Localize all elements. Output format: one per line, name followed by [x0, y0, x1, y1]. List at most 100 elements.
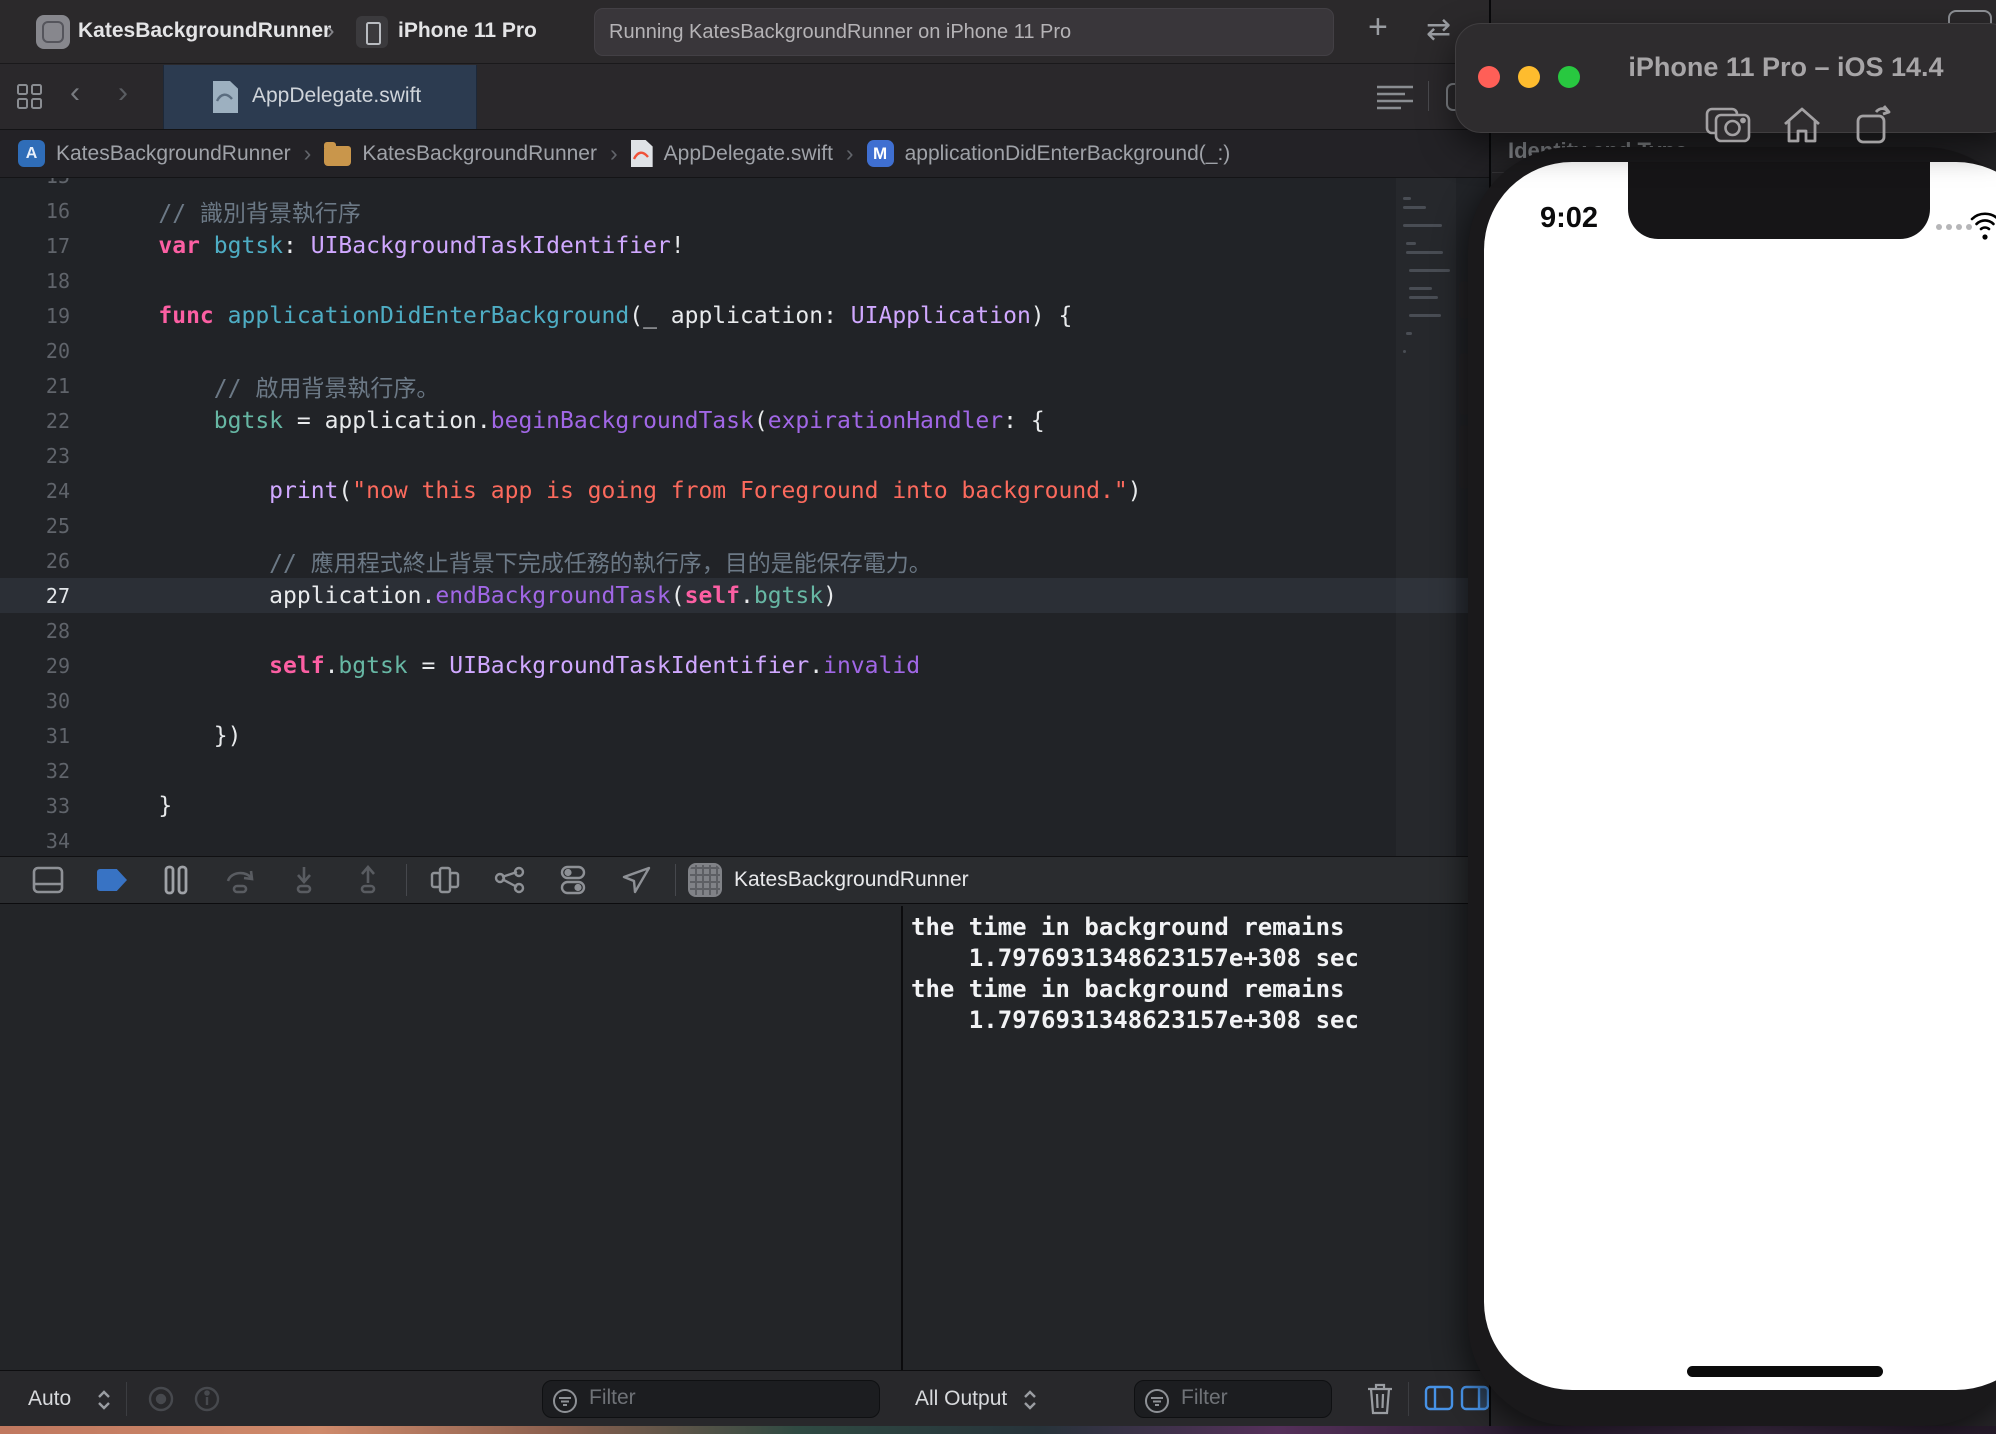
editor-arrows-icon[interactable]: ⇄ [1426, 12, 1451, 47]
step-into-button[interactable] [272, 860, 336, 900]
forward-button[interactable]: › [118, 76, 128, 110]
code-line-29[interactable]: 29 self.bgtsk = UIBackgroundTaskIdentifi… [0, 648, 1490, 683]
filter-input[interactable] [587, 1383, 823, 1413]
line-number: 30 [45, 688, 70, 713]
line-number: 28 [45, 618, 70, 643]
simulator-titlebar[interactable]: iPhone 11 Pro – iOS 14.4 [1455, 23, 1996, 144]
line-number: 24 [45, 478, 70, 503]
code-line-18[interactable]: 18 [0, 263, 1490, 298]
line-number: 26 [45, 548, 70, 573]
console-scope-dropdown[interactable]: All Output [915, 1387, 1007, 1411]
memory-graph-button[interactable] [477, 860, 541, 900]
breakpoint-icon [97, 869, 127, 891]
line-number: 33 [45, 793, 70, 818]
code-line-25[interactable]: 25 [0, 508, 1490, 543]
back-button[interactable]: ‹ [70, 76, 80, 110]
home-button[interactable] [1778, 104, 1826, 146]
source-editor[interactable]: 15 16 // 識別背景執行序17 var bgtsk: UIBackgroun… [0, 178, 1490, 856]
simulator-screen[interactable]: 9:02 [1484, 162, 1996, 1390]
tab-appdelegate-swift[interactable]: AppDelegate.swift [163, 65, 477, 129]
console-filter-field[interactable] [1134, 1380, 1332, 1418]
breadcrumb-project[interactable]: KatesBackgroundRunner [56, 142, 291, 166]
debug-area: the time in background remains 1.7976931… [0, 906, 1490, 1370]
variables-view[interactable] [0, 906, 901, 1370]
run-destination-selector[interactable]: iPhone 11 Pro [398, 19, 537, 43]
code-line-19[interactable]: 19 func applicationDidEnterBackground(_ … [0, 298, 1490, 333]
code-line-28[interactable]: 28 [0, 613, 1490, 648]
line-number: 23 [45, 443, 70, 468]
line-number: 34 [45, 828, 70, 853]
line-number: 18 [45, 268, 70, 293]
info-icon[interactable] [192, 1384, 222, 1414]
step-out-button[interactable] [336, 860, 400, 900]
close-button[interactable] [1478, 66, 1500, 88]
debug-pane-divider[interactable] [901, 906, 903, 1370]
code-line-21[interactable]: 21 // 啟用背景執行序。 [0, 368, 1490, 403]
step-over-button[interactable] [208, 860, 272, 900]
simulator-device-bezel: 9:02 [1468, 147, 1996, 1426]
code-line-16[interactable]: 16 // 識別背景執行序 [0, 193, 1490, 228]
code-line-20[interactable]: 20 [0, 333, 1490, 368]
app-icon [36, 15, 70, 49]
tab-label: AppDelegate.swift [252, 84, 422, 107]
code-line-30[interactable]: 30 [0, 683, 1490, 718]
simulator-device-icon [356, 16, 388, 48]
code-line-15[interactable]: 15 [0, 178, 1490, 193]
screenshot-button[interactable] [1704, 104, 1752, 146]
variables-filter-field[interactable] [542, 1380, 880, 1418]
hide-debug-area-button[interactable] [16, 860, 80, 900]
folder-icon [324, 141, 352, 166]
line-number: 19 [45, 303, 70, 328]
code-line-34[interactable]: 34 [0, 823, 1490, 856]
rotate-button[interactable] [1848, 104, 1896, 146]
minimap[interactable] [1396, 178, 1456, 856]
home-indicator[interactable] [1687, 1366, 1883, 1377]
clear-console-trash-icon[interactable] [1364, 1382, 1396, 1416]
line-number: 31 [45, 723, 70, 748]
toggle-console-view-icon[interactable] [1460, 1385, 1490, 1411]
console-output: the time in background remains 1.7976931… [911, 913, 1359, 1034]
variables-scope-dropdown[interactable]: Auto [28, 1387, 71, 1411]
line-number: 20 [45, 338, 70, 363]
divider [675, 864, 676, 896]
swift-file-icon [630, 140, 653, 167]
debug-toolbar: KatesBackgroundRunner [0, 856, 1490, 904]
scheme-selector[interactable]: KatesBackgroundRunner [78, 19, 331, 43]
line-number: 16 [45, 198, 70, 223]
related-items-icon[interactable] [16, 83, 43, 110]
breakpoints-toggle-button[interactable] [80, 860, 144, 900]
editor-options-icon[interactable] [1375, 84, 1415, 110]
view-debugger-button[interactable] [413, 860, 477, 900]
line-number: 27 [45, 583, 70, 608]
code-line-32[interactable]: 32 [0, 753, 1490, 788]
code-line-23[interactable]: 23 [0, 438, 1490, 473]
code-line-24[interactable]: 24 print("now this app is going from For… [0, 473, 1490, 508]
breadcrumb-method[interactable]: applicationDidEnterBackground(_:) [905, 142, 1231, 166]
minimize-button[interactable] [1518, 66, 1540, 88]
toggle-variables-view-icon[interactable] [1424, 1385, 1454, 1411]
environment-overrides-button[interactable] [541, 860, 605, 900]
breadcrumb-group[interactable]: KatesBackgroundRunner [362, 142, 597, 166]
simulator-window-title: iPhone 11 Pro – iOS 14.4 [1628, 52, 1944, 82]
add-editor-button[interactable]: + [1368, 8, 1388, 47]
code-line-27[interactable]: 27 application.endBackgroundTask(self.bg… [0, 578, 1490, 613]
phone-notch [1628, 162, 1930, 239]
line-number: 32 [45, 758, 70, 783]
breadcrumb-file[interactable]: AppDelegate.swift [664, 142, 833, 166]
code-line-31[interactable]: 31 }) [0, 718, 1490, 753]
line-number: 29 [45, 653, 70, 678]
activity-viewer[interactable]: Running KatesBackgroundRunner on iPhone … [594, 8, 1334, 56]
code-line-26[interactable]: 26 // 應用程式終止背景下完成任務的執行序，目的是能保存電力。 [0, 543, 1490, 578]
code-line-17[interactable]: 17 var bgtsk: UIBackgroundTaskIdentifier… [0, 228, 1490, 263]
code-line-22[interactable]: 22 bgtsk = application.beginBackgroundTa… [0, 403, 1490, 438]
running-app-label[interactable]: KatesBackgroundRunner [734, 868, 969, 892]
code-line-33[interactable]: 33 } [0, 788, 1490, 823]
filter-input[interactable] [1179, 1383, 1317, 1413]
pause-execution-button[interactable] [144, 860, 208, 900]
jump-bar: A KatesBackgroundRunner › KatesBackgroun… [0, 130, 1490, 178]
quick-look-eye-icon[interactable] [146, 1384, 176, 1414]
simulate-location-button[interactable] [605, 860, 669, 900]
chevron-icon: › [609, 140, 618, 166]
chevron-icon: › [845, 140, 854, 166]
chevron-icon: › [326, 15, 335, 45]
